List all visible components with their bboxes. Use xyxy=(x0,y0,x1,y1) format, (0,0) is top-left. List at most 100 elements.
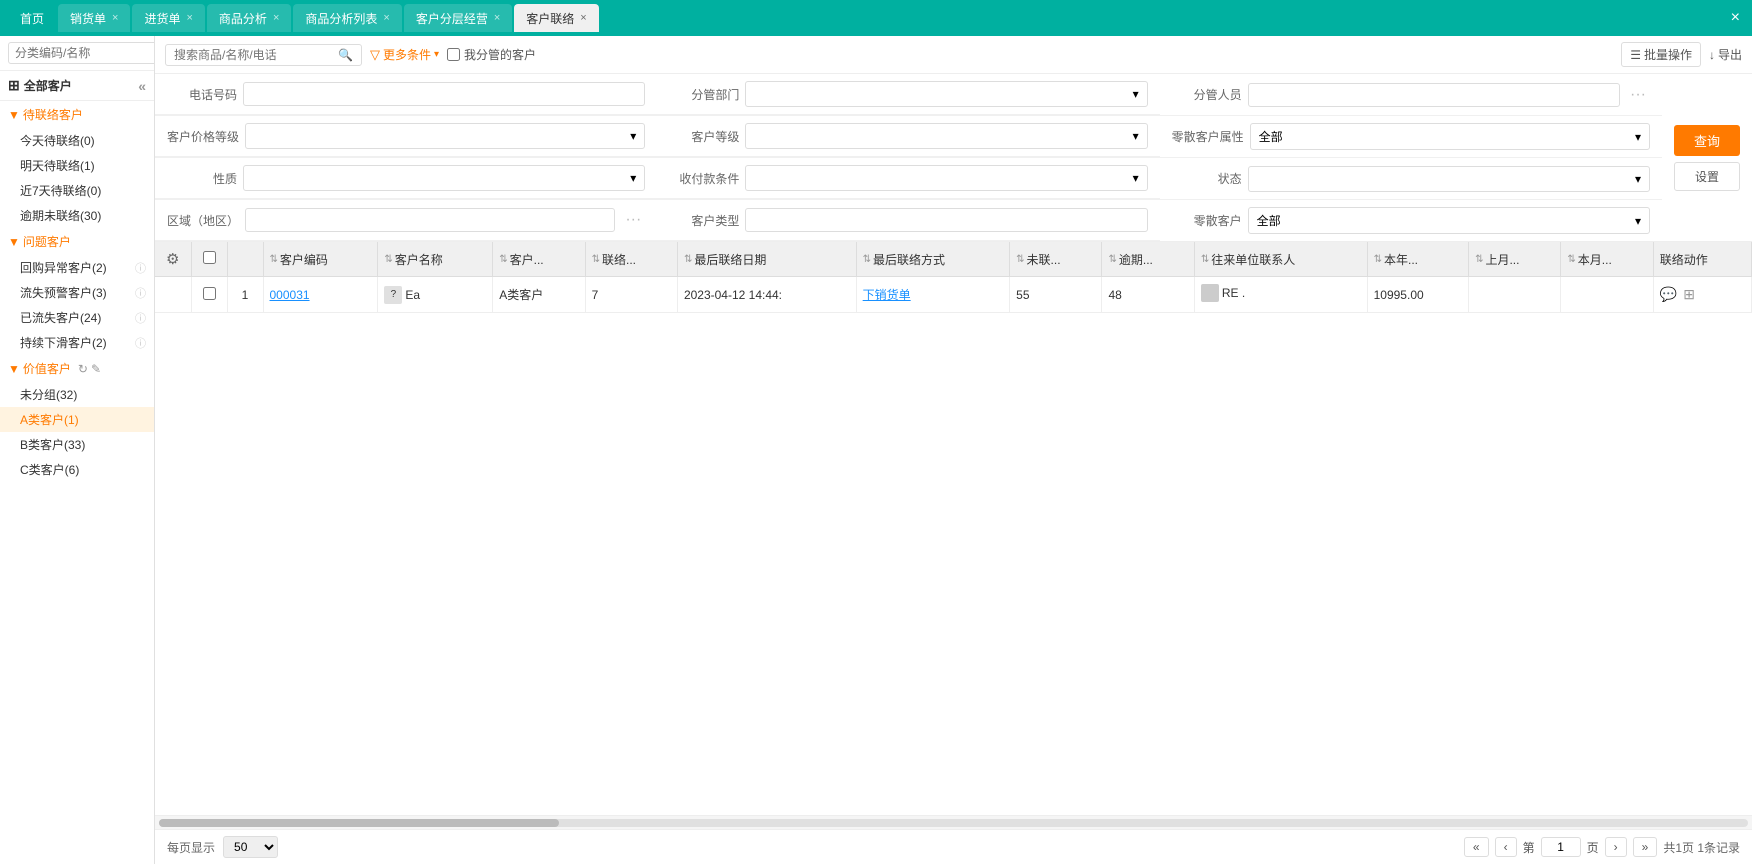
sidebar-item-c-class[interactable]: C类客户(6) xyxy=(0,457,154,482)
section-problem-customer[interactable]: ▼ 问题客户 xyxy=(0,228,154,255)
tab-sales-close[interactable]: × xyxy=(112,12,118,24)
search-icon[interactable]: 🔍 xyxy=(338,48,353,62)
phone-input[interactable] xyxy=(243,82,645,106)
my-customers-checkbox[interactable]: 我分管的客户 xyxy=(447,46,536,63)
sidebar-item-b-class[interactable]: B类客户(33) xyxy=(0,432,154,457)
unit-contact-avatar xyxy=(1201,284,1219,302)
sort-this-year[interactable]: 本年... xyxy=(1374,251,1462,268)
sort-unit-contact[interactable]: 往来单位联系人 xyxy=(1201,251,1361,268)
sidebar-item-unclassified[interactable]: 未分组(32) xyxy=(0,382,154,407)
sort-name[interactable]: 客户名称 xyxy=(384,251,486,268)
sidebar-item-a-class[interactable]: A类客户(1) xyxy=(0,407,154,432)
filter-manager: 分管人员 ··· xyxy=(1160,74,1662,115)
settings-btn[interactable]: 设置 xyxy=(1674,162,1740,191)
more-filter-btn[interactable]: ▽ 更多条件 ▾ xyxy=(370,46,439,63)
sort-overdue[interactable]: 逾期... xyxy=(1108,251,1187,268)
sidebar-item-repurchase-abnormal[interactable]: 回购异常客户(2) ⓘ xyxy=(0,255,154,280)
scroll-track xyxy=(159,819,1748,827)
window-close-btn[interactable]: × xyxy=(1727,5,1744,31)
my-customers-check[interactable] xyxy=(447,48,460,61)
region-dots[interactable]: ··· xyxy=(621,211,645,229)
scroll-thumb[interactable] xyxy=(159,819,559,827)
payment-select[interactable]: ▾ xyxy=(745,165,1147,191)
filter-dept: 分管部门 ▾ xyxy=(657,74,1159,115)
tab-purchase-close[interactable]: × xyxy=(186,12,192,24)
last-method-link[interactable]: 下销货单 xyxy=(863,288,911,302)
row-num: 1 xyxy=(227,277,263,313)
first-page-btn[interactable]: « xyxy=(1464,837,1489,857)
dept-select[interactable]: ▾ xyxy=(745,81,1147,107)
th-code: 客户编码 xyxy=(263,242,378,277)
sidebar-item-overdue[interactable]: 逾期未联络(30) xyxy=(0,203,154,228)
export-btn[interactable]: ↓ 导出 xyxy=(1709,42,1742,67)
sidebar-item-churn-warning[interactable]: 流失预警客户(3) ⓘ xyxy=(0,280,154,305)
status-arrow: ▾ xyxy=(1635,172,1641,186)
customer-type-input[interactable] xyxy=(745,208,1147,232)
tab-sales[interactable]: 销货单 × xyxy=(58,4,130,32)
nature-select[interactable]: ▾ xyxy=(243,165,645,191)
row-select-checkbox[interactable] xyxy=(203,287,216,300)
status-select[interactable]: ▾ xyxy=(1248,166,1650,192)
th-unit-contact: 往来单位联系人 xyxy=(1194,242,1367,277)
sidebar-item-today[interactable]: 今天待联络(0) xyxy=(0,128,154,153)
chat-icon[interactable]: 💬 xyxy=(1660,286,1677,303)
value-refresh-icon[interactable]: ↻ xyxy=(78,362,88,376)
manager-dots[interactable]: ··· xyxy=(1626,86,1650,104)
retail-attr-select[interactable]: 全部 ▾ xyxy=(1250,123,1650,150)
section-value-customer[interactable]: ▼ 价值客户 ↻ ✎ xyxy=(0,355,154,382)
sidebar-item-churned[interactable]: 已流失客户(24) ⓘ xyxy=(0,305,154,330)
query-btn[interactable]: 查询 xyxy=(1674,125,1740,156)
tab-customer-contact-close[interactable]: × xyxy=(580,12,586,24)
sidebar-collapse-btn[interactable]: « xyxy=(138,78,146,94)
sidebar-search-input[interactable] xyxy=(8,42,155,64)
sort-last-method[interactable]: 最后联络方式 xyxy=(863,251,1003,268)
sidebar-all-customers-header: ⊞ 全部客户 « xyxy=(0,71,154,101)
sort-class[interactable]: 客户... xyxy=(499,251,578,268)
table-container: ⚙ 客户编码 客户名称 客户... xyxy=(155,242,1752,815)
page-input[interactable] xyxy=(1541,837,1581,857)
tab-product-analysis[interactable]: 商品分析 × xyxy=(207,4,291,32)
th-settings: ⚙ xyxy=(155,242,191,277)
select-all-checkbox[interactable] xyxy=(203,251,216,264)
tab-customer-segment[interactable]: 客户分层经营 × xyxy=(404,4,512,32)
tab-product-analysis-close[interactable]: × xyxy=(273,12,279,24)
tab-customer-contact[interactable]: 客户联络 × xyxy=(514,4,598,32)
sort-contact[interactable]: 联络... xyxy=(592,251,671,268)
sidebar-item-tomorrow[interactable]: 明天待联络(1) xyxy=(0,153,154,178)
batch-btn[interactable]: ☰ 批量操作 xyxy=(1621,42,1701,67)
last-page-btn[interactable]: » xyxy=(1633,837,1658,857)
region-input[interactable] xyxy=(245,208,615,232)
column-settings-icon[interactable]: ⚙ xyxy=(166,251,179,268)
row-this-year: 10995.00 xyxy=(1367,277,1468,313)
more-icon[interactable]: ⊞ xyxy=(1683,286,1695,303)
customer-code-link[interactable]: 000031 xyxy=(270,288,310,302)
tab-customer-segment-close[interactable]: × xyxy=(494,12,500,24)
retail-select[interactable]: 全部 ▾ xyxy=(1248,207,1650,234)
section-pending-contact[interactable]: ▼ 待联络客户 xyxy=(0,101,154,128)
sort-code[interactable]: 客户编码 xyxy=(270,251,372,268)
tab-product-list-close[interactable]: × xyxy=(383,12,389,24)
batch-icon: ☰ xyxy=(1630,48,1641,62)
value-edit-icon[interactable]: ✎ xyxy=(91,362,101,376)
sidebar-item-declining[interactable]: 持续下滑客户(2) ⓘ xyxy=(0,330,154,355)
price-level-select[interactable]: ▾ xyxy=(245,123,645,149)
tab-home[interactable]: 首页 xyxy=(8,4,56,32)
prev-page-btn[interactable]: ‹ xyxy=(1495,837,1517,857)
tab-purchase-label: 进货单 xyxy=(144,10,180,27)
tab-purchase[interactable]: 进货单 × xyxy=(132,4,204,32)
customer-level-select[interactable]: ▾ xyxy=(745,123,1147,149)
horizontal-scrollbar[interactable] xyxy=(155,815,1752,829)
tab-product-analysis-label: 商品分析 xyxy=(219,10,267,27)
dept-arrow: ▾ xyxy=(1133,87,1139,101)
search-input[interactable] xyxy=(174,48,334,62)
sort-last-month[interactable]: 上月... xyxy=(1475,251,1554,268)
per-page-select[interactable]: 50 100 200 xyxy=(223,836,278,858)
sidebar-item-7days[interactable]: 近7天待联络(0) xyxy=(0,178,154,203)
tab-product-list[interactable]: 商品分析列表 × xyxy=(293,4,401,32)
next-page-btn[interactable]: › xyxy=(1605,837,1627,857)
sort-no-contact[interactable]: 未联... xyxy=(1016,251,1095,268)
filter-payment: 收付款条件 ▾ xyxy=(657,158,1159,199)
sort-this-month[interactable]: 本月... xyxy=(1567,251,1646,268)
manager-input[interactable] xyxy=(1248,83,1620,107)
sort-last-date[interactable]: 最后联络日期 xyxy=(684,251,850,268)
